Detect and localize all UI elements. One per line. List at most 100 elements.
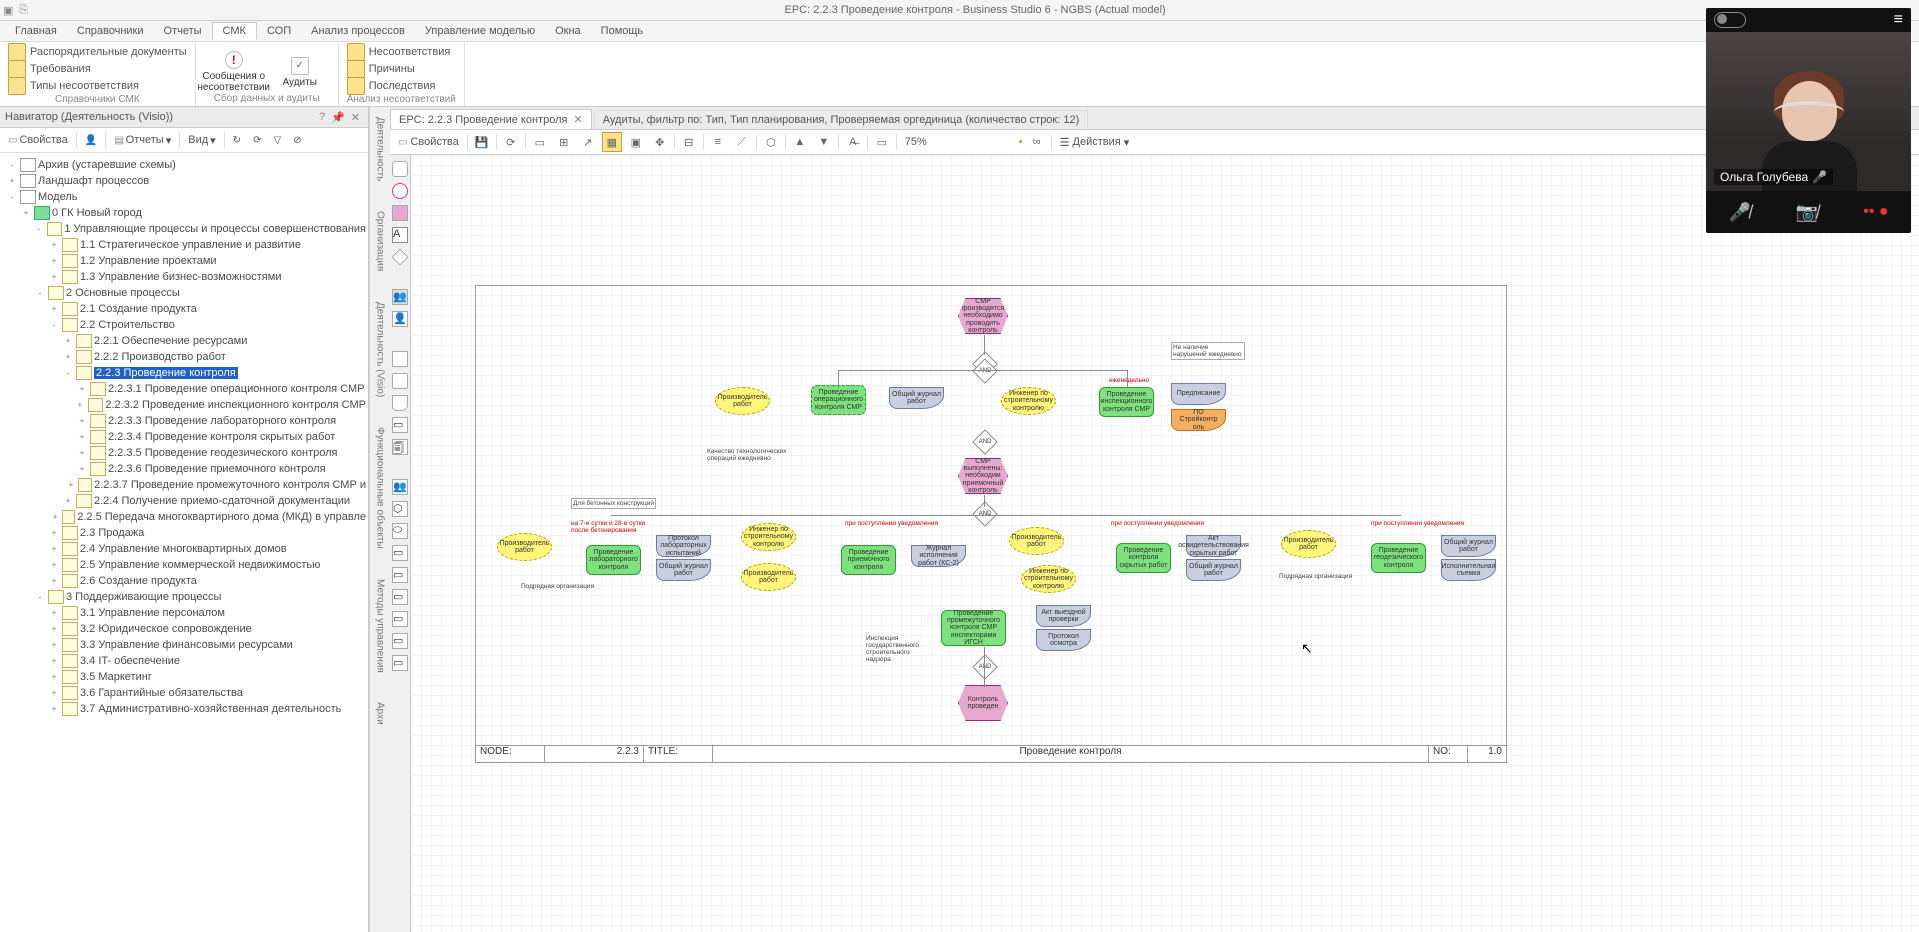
- doc-po[interactable]: ПО Стройконтр оль: [1171, 409, 1226, 431]
- nav-person-icon[interactable]: 👤: [81, 133, 101, 148]
- tb-icon[interactable]: A̶: [843, 132, 863, 152]
- menu-СМК[interactable]: СМК: [212, 22, 257, 40]
- menu-Главная[interactable]: Главная: [5, 23, 67, 39]
- qat-icon[interactable]: ⎘: [16, 4, 31, 17]
- tree-node[interactable]: +3.4 IT- обеспечение: [0, 653, 368, 669]
- ribbon-btn-reports[interactable]: ! Сообщения о несоответствии: [204, 51, 264, 93]
- tree-node[interactable]: +3.3 Управление финансовыми ресурсами: [0, 637, 368, 653]
- func-operational[interactable]: Проведение операционного контроля СМР: [811, 385, 866, 415]
- tree-node[interactable]: +2.1 Создание продукта: [0, 301, 368, 317]
- shape-palette[interactable]: A 👥 👤 ▭ 🗐 👥 ⬡ ⬭ ▭ ▭ ▭ ▭ ▭ ▭: [390, 155, 411, 932]
- webcam-toggle[interactable]: [1714, 12, 1746, 28]
- side-tab[interactable]: Функциональные объекты: [375, 427, 386, 549]
- tb-icon[interactable]: ▭: [530, 132, 550, 152]
- tb-up-icon[interactable]: ▲: [790, 132, 810, 152]
- side-tab[interactable]: Организация: [375, 211, 386, 271]
- menu-Окна[interactable]: Окна: [545, 23, 591, 39]
- tree-node[interactable]: -Модель: [0, 189, 368, 205]
- tree-node[interactable]: +2.2.1 Обеспечение ресурсами: [0, 333, 368, 349]
- role-producer[interactable]: Производитель работ: [715, 387, 770, 415]
- tree-node[interactable]: +3.2 Юридическое сопровождение: [0, 621, 368, 637]
- tree-node[interactable]: +2.2.3.1 Проведение операционного контро…: [0, 381, 368, 397]
- navigator-tree[interactable]: -Архив (устаревшие схемы)+Ландшафт проце…: [0, 153, 368, 932]
- tb-icon[interactable]: ≡: [708, 132, 728, 152]
- side-tab[interactable]: Архи: [375, 702, 386, 725]
- tree-node[interactable]: +3.7 Административно-хозяйственная деяте…: [0, 701, 368, 717]
- tb-link-icon[interactable]: ∞: [1027, 132, 1047, 152]
- doc-akt-check[interactable]: Акт выездной проверки: [1036, 605, 1091, 627]
- tree-node[interactable]: +Ландшафт процессов: [0, 173, 368, 189]
- tb-icon[interactable]: ⟋: [732, 132, 752, 152]
- tree-node[interactable]: -2.2 Строительство: [0, 317, 368, 333]
- doc-protocol-view[interactable]: Протокол осмотра: [1036, 629, 1091, 651]
- role-producer[interactable]: Производитель работ: [1009, 527, 1064, 555]
- menu-СОП[interactable]: СОП: [257, 23, 301, 39]
- tree-node[interactable]: +2.2.3.4 Проведение контроля скрытых раб…: [0, 429, 368, 445]
- menu-Анализ процессов[interactable]: Анализ процессов: [301, 23, 415, 39]
- tb-icon[interactable]: ⊞: [554, 132, 574, 152]
- tree-node[interactable]: +2.4 Управление многоквартирных домов: [0, 541, 368, 557]
- tb-refresh-icon[interactable]: ⟳: [501, 132, 521, 152]
- doc-prescription[interactable]: Предписание: [1171, 383, 1226, 405]
- tree-node[interactable]: -1 Управляющие процессы и процессы совер…: [0, 221, 368, 237]
- tree-node[interactable]: +2.2.3.7 Проведение промежуточного контр…: [0, 477, 368, 493]
- panel-help[interactable]: ?: [316, 111, 328, 123]
- event-end[interactable]: Контроль проведен: [958, 685, 1008, 721]
- ribbon-item[interactable]: Требования: [8, 61, 187, 77]
- tree-node[interactable]: +1.1 Стратегическое управление и развити…: [0, 237, 368, 253]
- menu-icon[interactable]: ≡: [1894, 11, 1903, 29]
- doc-protocol-lab[interactable]: Протокол лабораторных испытаний: [656, 535, 711, 557]
- tree-node[interactable]: -2 Основные процессы: [0, 285, 368, 301]
- tree-node[interactable]: +2.3 Продажа: [0, 525, 368, 541]
- ribbon-btn-audits[interactable]: ✓ Аудиты: [270, 51, 330, 93]
- diag-props-btn[interactable]: ▭Свойства: [394, 136, 463, 148]
- doc-journal[interactable]: Общий журнал работ: [889, 387, 944, 409]
- doc-akt-hidden[interactable]: Акт освидетельствования скрытых работ: [1186, 535, 1241, 557]
- role-engineer[interactable]: Инженер по строительному контролю: [741, 523, 796, 551]
- role-producer[interactable]: Производитель работ: [741, 563, 796, 591]
- tree-node[interactable]: +1.3 Управление бизнес-возможностями: [0, 269, 368, 285]
- zoom-value[interactable]: 75%: [901, 136, 931, 148]
- ribbon-item[interactable]: Несоответствия: [347, 44, 456, 60]
- tree-node[interactable]: -3 Поддерживающие процессы: [0, 589, 368, 605]
- tb-icon[interactable]: ↗: [578, 132, 598, 152]
- tree-node[interactable]: +0 ГК Новый город: [0, 205, 368, 221]
- func-inspection[interactable]: Проведение инспекционного контроля СМР: [1099, 387, 1154, 417]
- tree-node[interactable]: +1.2 Управление проектами: [0, 253, 368, 269]
- func-hidden[interactable]: Проведение контроля скрытых работ: [1116, 543, 1171, 573]
- nav-view-btn[interactable]: Вид ▾: [184, 132, 219, 149]
- ribbon-item[interactable]: Типы несоответствия: [8, 78, 187, 94]
- tree-node[interactable]: +2.6 Создание продукта: [0, 573, 368, 589]
- menu-Справочники[interactable]: Справочники: [67, 23, 154, 39]
- func-geodesic[interactable]: Проведение геодезического контроля: [1371, 543, 1426, 573]
- tb-down-icon[interactable]: ▼: [814, 132, 834, 152]
- tree-node[interactable]: +2.2.5 Передача многоквартирного дома (М…: [0, 509, 368, 525]
- tree-node[interactable]: +3.1 Управление персоналом: [0, 605, 368, 621]
- tb-icon[interactable]: ▣: [626, 132, 646, 152]
- side-tab[interactable]: Деятельность: [375, 117, 386, 181]
- doc-ks2[interactable]: Журнал исполнения работ (КС-2): [911, 545, 966, 567]
- tree-node[interactable]: +2.2.3.3 Проведение лабораторного контро…: [0, 413, 368, 429]
- panel-close[interactable]: ✕: [348, 111, 363, 124]
- func-acceptance[interactable]: Проведение приемочного контроля: [841, 545, 896, 575]
- role-producer[interactable]: Производитель работ: [497, 533, 552, 561]
- camera-off-icon[interactable]: 📷̸: [1796, 202, 1818, 223]
- ribbon-item[interactable]: Последствия: [347, 78, 456, 94]
- tb-icon[interactable]: ✥: [650, 132, 670, 152]
- close-icon[interactable]: ✕: [573, 113, 582, 126]
- tree-node[interactable]: +3.5 Маркетинг: [0, 669, 368, 685]
- tree-node[interactable]: +2.2.4 Получение приемо-сдаточной докуме…: [0, 493, 368, 509]
- tree-node[interactable]: -2.2.3 Проведение контроля: [0, 365, 368, 381]
- nav-reports-btn[interactable]: ▤Отчеты ▾: [110, 132, 175, 149]
- doc-journal[interactable]: Общий журнал работ: [1441, 535, 1496, 557]
- tb-icon[interactable]: ▭: [872, 132, 892, 152]
- document-tab[interactable]: Аудиты, фильтр по: Тип, Тип планирования…: [594, 110, 1089, 129]
- menu-Отчеты[interactable]: Отчеты: [154, 23, 212, 39]
- tb-icon[interactable]: ⊟: [679, 132, 699, 152]
- nav-props-btn[interactable]: ▭Свойства: [4, 132, 72, 148]
- actions-btn[interactable]: ☰ Действия ▾: [1056, 136, 1134, 149]
- tree-node[interactable]: +2.2.3.2 Проведение инспекционного контр…: [0, 397, 368, 413]
- doc-journal[interactable]: Общий журнал работ: [1186, 559, 1241, 581]
- menu-Управление моделью[interactable]: Управление моделью: [415, 23, 545, 39]
- side-tab[interactable]: Деятельность (Visio): [375, 302, 386, 397]
